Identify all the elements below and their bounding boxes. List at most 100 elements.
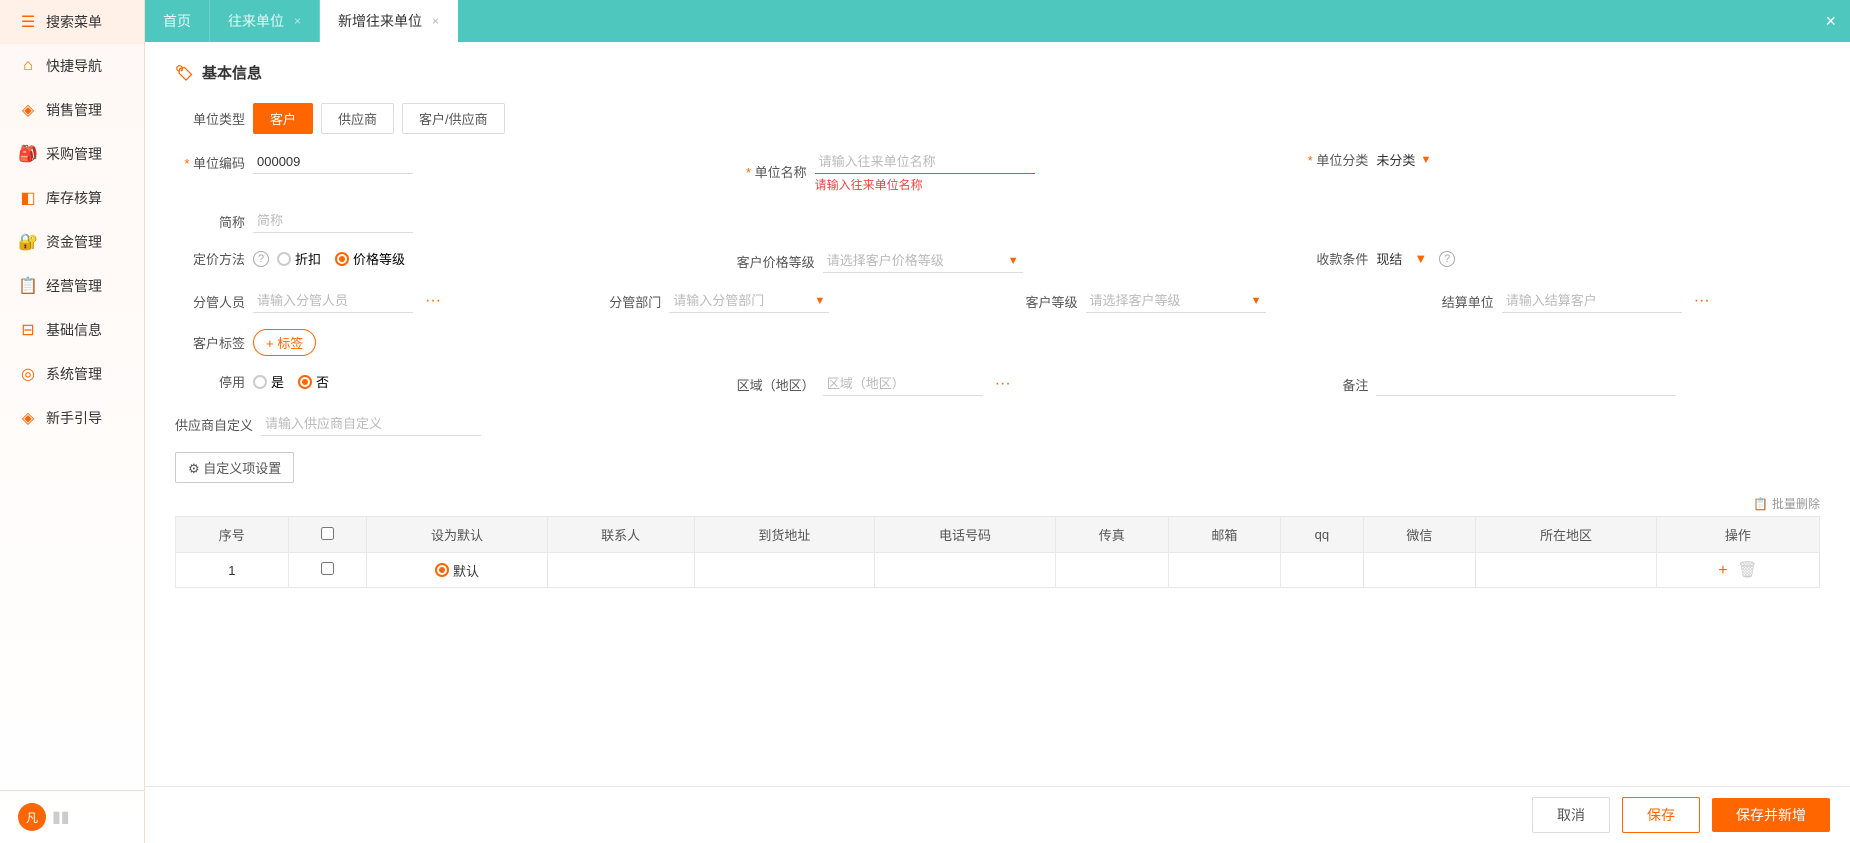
row-default-radio[interactable]: 默认 [375, 561, 539, 580]
row-checkbox[interactable] [321, 562, 334, 575]
unit-category-value: 未分类 [1376, 150, 1435, 169]
unit-btn-both[interactable]: 客户/供应商 [402, 103, 505, 134]
th-qq: qq [1281, 517, 1363, 553]
remark-input[interactable] [1376, 372, 1676, 396]
unit-type-label: 单位类型 [175, 109, 245, 128]
department-input[interactable] [669, 289, 829, 313]
price-level-input[interactable] [823, 249, 1023, 273]
price-level-select-wrapper: ▼ [823, 249, 1023, 273]
batch-delete-label[interactable]: 批量删除 [1772, 495, 1820, 512]
supplier-custom-input[interactable] [261, 412, 481, 436]
remark-label: 备注 [1298, 375, 1368, 394]
inventory-icon: ◧ [18, 188, 38, 208]
row-default-circle [435, 563, 449, 577]
price-level-label: 客户价格等级 [737, 252, 815, 271]
sidebar-item-label: 基础信息 [46, 320, 102, 340]
cancel-button[interactable]: 取消 [1532, 797, 1610, 833]
department-field: 分管部门 ▼ [591, 289, 987, 313]
contacts-table: 序号 设为默认 联系人 到货地址 电话号码 传真 邮箱 qq 微信 所在地区 操… [175, 516, 1820, 588]
unit-code-input[interactable] [253, 150, 413, 174]
settlement-input[interactable] [1502, 289, 1682, 313]
abbreviation-row: 简称 [175, 209, 1820, 233]
customer-level-input[interactable] [1086, 289, 1266, 313]
discount-label: 折扣 [295, 249, 321, 268]
supervisor-input[interactable] [253, 289, 413, 313]
payment-chevron: ▼ [1414, 251, 1427, 266]
custom-settings-button[interactable]: ⚙ 自定义项设置 [175, 452, 294, 483]
tab-home-label: 首页 [163, 11, 191, 31]
settlement-label: 结算单位 [1424, 292, 1494, 311]
pricing-help-icon[interactable]: ? [253, 251, 269, 267]
disabled-yes-radio[interactable]: 是 [253, 372, 284, 391]
sidebar-item-inventory[interactable]: ◧ 库存核算 [0, 176, 144, 220]
system-icon: ◎ [18, 364, 38, 384]
pricing-method-label: 定价方法 [175, 249, 245, 268]
sidebar-item-sales[interactable]: ◈ 销售管理 [0, 88, 144, 132]
finance-icon: 🔐 [18, 232, 38, 252]
disabled-no-radio[interactable]: 否 [298, 372, 329, 391]
sidebar-item-newguide[interactable]: ◈ 新手引导 [0, 396, 144, 440]
row-add-btn[interactable]: + [1715, 562, 1730, 580]
sidebar-item-label: 搜索菜单 [46, 12, 102, 32]
pricing-level-radio[interactable]: 价格等级 [335, 249, 405, 268]
tab-contacts-close[interactable]: × [294, 14, 301, 28]
tab-contacts[interactable]: 往来单位 × [210, 0, 320, 42]
purchase-icon: 🎒 [18, 144, 38, 164]
tab-home[interactable]: 首页 [145, 0, 210, 42]
main-area: 首页 往来单位 × 新增往来单位 × × 🏷 基本信息 单位类型 客户 供应商 … [145, 0, 1850, 843]
region-more-btn[interactable]: ··· [991, 375, 1015, 393]
sidebar-item-label: 新手引导 [46, 408, 102, 428]
payment-help-icon[interactable]: ? [1439, 251, 1455, 267]
settlement-field: 结算单位 ··· [1424, 289, 1820, 313]
th-wechat: 微信 [1363, 517, 1476, 553]
abbreviation-input[interactable] [253, 209, 413, 233]
cell-qq [1281, 553, 1363, 588]
sidebar-item-basicinfo[interactable]: ⊟ 基础信息 [0, 308, 144, 352]
sidebar-item-quicknav[interactable]: ⌂ 快捷导航 [0, 44, 144, 88]
settlement-more-btn[interactable]: ··· [1690, 292, 1714, 310]
tab-new-contact[interactable]: 新增往来单位 × [320, 0, 458, 42]
sidebar-item-system[interactable]: ◎ 系统管理 [0, 352, 144, 396]
cell-wechat [1363, 553, 1476, 588]
supervisor-more-btn[interactable]: ··· [421, 292, 445, 310]
th-checkbox [288, 517, 367, 553]
unit-name-input[interactable] [815, 150, 1035, 174]
pricing-method-field: 定价方法 ? 折扣 价格等级 [175, 249, 697, 268]
select-all-checkbox[interactable] [321, 527, 334, 540]
save-new-button[interactable]: 保存并新增 [1712, 798, 1830, 832]
payment-terms-field: 收款条件 现结 ▼ ? [1298, 249, 1820, 268]
sidebar-item-purchase[interactable]: 🎒 采购管理 [0, 132, 144, 176]
home-icon: ⌂ [18, 57, 38, 75]
sidebar-item-operations[interactable]: 📋 经营管理 [0, 264, 144, 308]
level-radio-circle [335, 252, 349, 266]
region-input[interactable] [823, 372, 983, 396]
disabled-yes-label: 是 [271, 372, 284, 391]
add-tag-button[interactable]: + 标签 [253, 329, 316, 356]
customer-level-select-wrapper: ▼ [1086, 289, 1266, 313]
row-delete-btn[interactable]: 🗑 [1734, 560, 1760, 580]
customer-tag-label: 客户标签 [175, 333, 245, 352]
region-label: 区域（地区） [737, 375, 815, 394]
unit-type-field: 单位类型 客户 供应商 客户/供应商 [175, 103, 1820, 134]
discount-radio-circle [277, 252, 291, 266]
sidebar-item-label: 快捷导航 [46, 56, 102, 76]
section-title: 🏷 基本信息 [175, 62, 1820, 83]
unit-name-error-msg: 请输入往来单位名称 [815, 176, 1035, 193]
table-header-row: 序号 设为默认 联系人 到货地址 电话号码 传真 邮箱 qq 微信 所在地区 操… [176, 517, 1820, 553]
pricing-discount-radio[interactable]: 折扣 [277, 249, 321, 268]
unit-btn-customer[interactable]: 客户 [253, 103, 313, 134]
guide-icon: ◈ [18, 408, 38, 428]
basicinfo-icon: ⊟ [18, 320, 38, 340]
table-body: 1 默认 [176, 553, 1820, 588]
th-phone: 电话号码 [875, 517, 1056, 553]
save-button[interactable]: 保存 [1622, 797, 1700, 833]
sidebar-item-finance[interactable]: 🔐 资金管理 [0, 220, 144, 264]
tabs-bar-close-btn[interactable]: × [1811, 0, 1850, 42]
unit-btn-supplier[interactable]: 供应商 [321, 103, 394, 134]
batch-delete-icon: 📋 [1753, 497, 1768, 511]
th-region: 所在地区 [1476, 517, 1657, 553]
supplier-custom-row: 供应商自定义 [175, 412, 1820, 436]
tab-new-contact-close[interactable]: × [432, 14, 439, 28]
unit-name-error-block: 请输入往来单位名称 [815, 150, 1035, 193]
sidebar-item-search[interactable]: ☰ 搜索菜单 [0, 0, 144, 44]
